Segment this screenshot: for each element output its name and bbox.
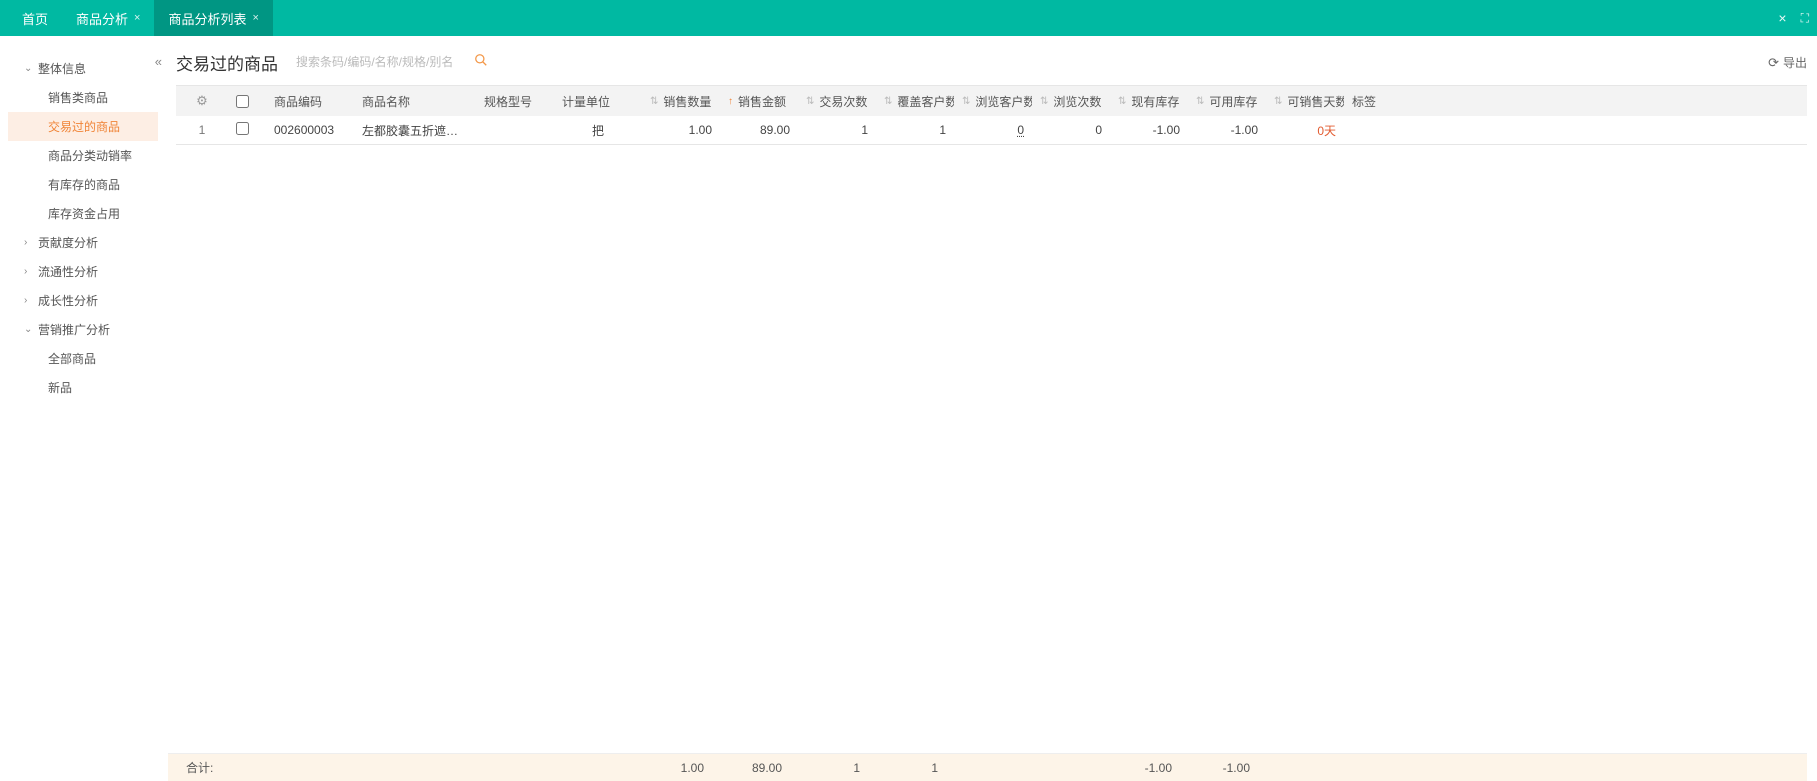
col-code[interactable]: 商品编码 bbox=[266, 93, 354, 110]
row-checkbox-cell bbox=[228, 122, 266, 138]
tab-label: 商品分析列表 bbox=[168, 9, 246, 28]
sidebar: « ⌄ 整体信息 销售类商品 交易过的商品 商品分类动销率 有库存的商品 库存资… bbox=[8, 36, 158, 781]
footer-trades: 1 bbox=[790, 761, 868, 775]
cell-sellable-days: 0天 bbox=[1266, 122, 1344, 139]
table-footer: 合计: 1.00 89.00 1 1 -1.00 -1.00 bbox=[168, 753, 1807, 781]
sidebar-item-new-products[interactable]: 新品 bbox=[8, 373, 158, 402]
tab-product-analysis-list[interactable]: 商品分析列表 × bbox=[154, 0, 272, 36]
row-index: 1 bbox=[176, 123, 228, 137]
table-row[interactable]: 1 002600003 左都胶囊五折遮阳伞防嗮伞; 把 1.00 89.00 1… bbox=[176, 116, 1807, 144]
sidebar-item-all-products[interactable]: 全部商品 bbox=[8, 344, 158, 373]
export-button[interactable]: ⟳ 导出 bbox=[1768, 54, 1807, 71]
col-sellable-days[interactable]: 可销售天数 bbox=[1266, 93, 1344, 110]
sidebar-group-overview[interactable]: ⌄ 整体信息 bbox=[8, 54, 158, 83]
col-name[interactable]: 商品名称 bbox=[354, 93, 476, 110]
sidebar-group-label: 流通性分析 bbox=[38, 263, 98, 280]
tab-product-analysis[interactable]: 商品分析 × bbox=[62, 0, 154, 36]
gear-icon: ⚙ bbox=[196, 93, 208, 109]
top-tab-bar: 首页 商品分析 × 商品分析列表 × × ⛶ bbox=[0, 0, 1817, 36]
footer-label: 合计: bbox=[168, 759, 258, 776]
search-input[interactable] bbox=[296, 51, 466, 73]
footer-stock: -1.00 bbox=[1102, 761, 1180, 775]
col-browse-count[interactable]: 浏览次数 bbox=[1032, 93, 1110, 110]
chevron-right-icon: › bbox=[24, 266, 34, 277]
export-icon: ⟳ bbox=[1768, 55, 1779, 71]
tab-label: 商品分析 bbox=[76, 9, 128, 28]
cell-name: 左都胶囊五折遮阳伞防嗮伞; bbox=[354, 122, 476, 139]
col-stock[interactable]: 现有库存 bbox=[1110, 93, 1188, 110]
col-amount[interactable]: 销售金额 bbox=[720, 93, 798, 110]
tab-label: 首页 bbox=[22, 9, 48, 28]
sidebar-item-traded-products[interactable]: 交易过的商品 bbox=[8, 112, 158, 141]
chevron-down-icon: ⌄ bbox=[24, 324, 34, 335]
window-fullscreen-icon[interactable]: ⛶ bbox=[1801, 11, 1809, 26]
export-label: 导出 bbox=[1783, 54, 1807, 71]
cell-qty: 1.00 bbox=[642, 123, 720, 137]
sidebar-group-label: 贡献度分析 bbox=[38, 234, 98, 251]
cell-browse-count: 0 bbox=[1032, 123, 1110, 137]
col-spec[interactable]: 规格型号 bbox=[476, 93, 554, 110]
cell-customers: 1 bbox=[876, 123, 954, 137]
close-icon[interactable]: × bbox=[134, 12, 140, 24]
cell-amount: 89.00 bbox=[720, 123, 798, 137]
sidebar-collapse-icon[interactable]: « bbox=[155, 54, 162, 69]
sidebar-item-stock-capital[interactable]: 库存资金占用 bbox=[8, 199, 158, 228]
sidebar-group-label: 整体信息 bbox=[38, 60, 86, 77]
sidebar-group-label: 成长性分析 bbox=[38, 292, 98, 309]
cell-browse-customers[interactable]: 0 bbox=[954, 123, 1032, 137]
col-unit[interactable]: 计量单位 bbox=[554, 93, 642, 110]
chevron-right-icon: › bbox=[24, 237, 34, 248]
footer-qty: 1.00 bbox=[634, 761, 712, 775]
col-available[interactable]: 可用库存 bbox=[1188, 93, 1266, 110]
tab-home[interactable]: 首页 bbox=[8, 0, 62, 36]
sidebar-item-in-stock-products[interactable]: 有库存的商品 bbox=[8, 170, 158, 199]
cell-available: -1.00 bbox=[1188, 123, 1266, 137]
col-browse-customers[interactable]: 浏览客户数 bbox=[954, 93, 1032, 110]
search-icon[interactable] bbox=[474, 53, 488, 71]
sidebar-group-circulation[interactable]: › 流通性分析 bbox=[8, 257, 158, 286]
sidebar-group-contribution[interactable]: › 贡献度分析 bbox=[8, 228, 158, 257]
cell-stock: -1.00 bbox=[1110, 123, 1188, 137]
close-icon[interactable]: × bbox=[252, 12, 258, 24]
col-trades[interactable]: 交易次数 bbox=[798, 93, 876, 110]
select-all-checkbox[interactable] bbox=[236, 95, 249, 108]
col-qty[interactable]: 销售数量 bbox=[642, 93, 720, 110]
data-table: ⚙ 商品编码 商品名称 规格型号 计量单位 销售数量 销售金额 交易次数 覆盖客… bbox=[176, 85, 1807, 145]
cell-code: 002600003 bbox=[266, 123, 354, 137]
table-settings-button[interactable]: ⚙ bbox=[176, 93, 228, 109]
sidebar-group-growth[interactable]: › 成长性分析 bbox=[8, 286, 158, 315]
footer-amount: 89.00 bbox=[712, 761, 790, 775]
col-tag[interactable]: 标签 bbox=[1344, 93, 1807, 110]
footer-customers: 1 bbox=[868, 761, 946, 775]
col-customers[interactable]: 覆盖客户数 bbox=[876, 93, 954, 110]
table-header-row: ⚙ 商品编码 商品名称 规格型号 计量单位 销售数量 销售金额 交易次数 覆盖客… bbox=[176, 86, 1807, 116]
header-checkbox-cell bbox=[228, 95, 266, 108]
cell-trades: 1 bbox=[798, 123, 876, 137]
sidebar-group-marketing[interactable]: ⌄ 营销推广分析 bbox=[8, 315, 158, 344]
footer-available: -1.00 bbox=[1180, 761, 1258, 775]
row-checkbox[interactable] bbox=[236, 122, 249, 135]
page-title: 交易过的商品 bbox=[176, 50, 278, 75]
main-panel: 交易过的商品 ⟳ 导出 ⚙ bbox=[158, 36, 1817, 781]
sidebar-group-label: 营销推广分析 bbox=[38, 321, 110, 338]
chevron-down-icon: ⌄ bbox=[24, 63, 34, 74]
chevron-right-icon: › bbox=[24, 295, 34, 306]
sidebar-item-sales-products[interactable]: 销售类商品 bbox=[8, 83, 158, 112]
window-close-icon[interactable]: × bbox=[1778, 10, 1786, 26]
cell-unit: 把 bbox=[554, 122, 642, 139]
sidebar-item-category-sell-rate[interactable]: 商品分类动销率 bbox=[8, 141, 158, 170]
